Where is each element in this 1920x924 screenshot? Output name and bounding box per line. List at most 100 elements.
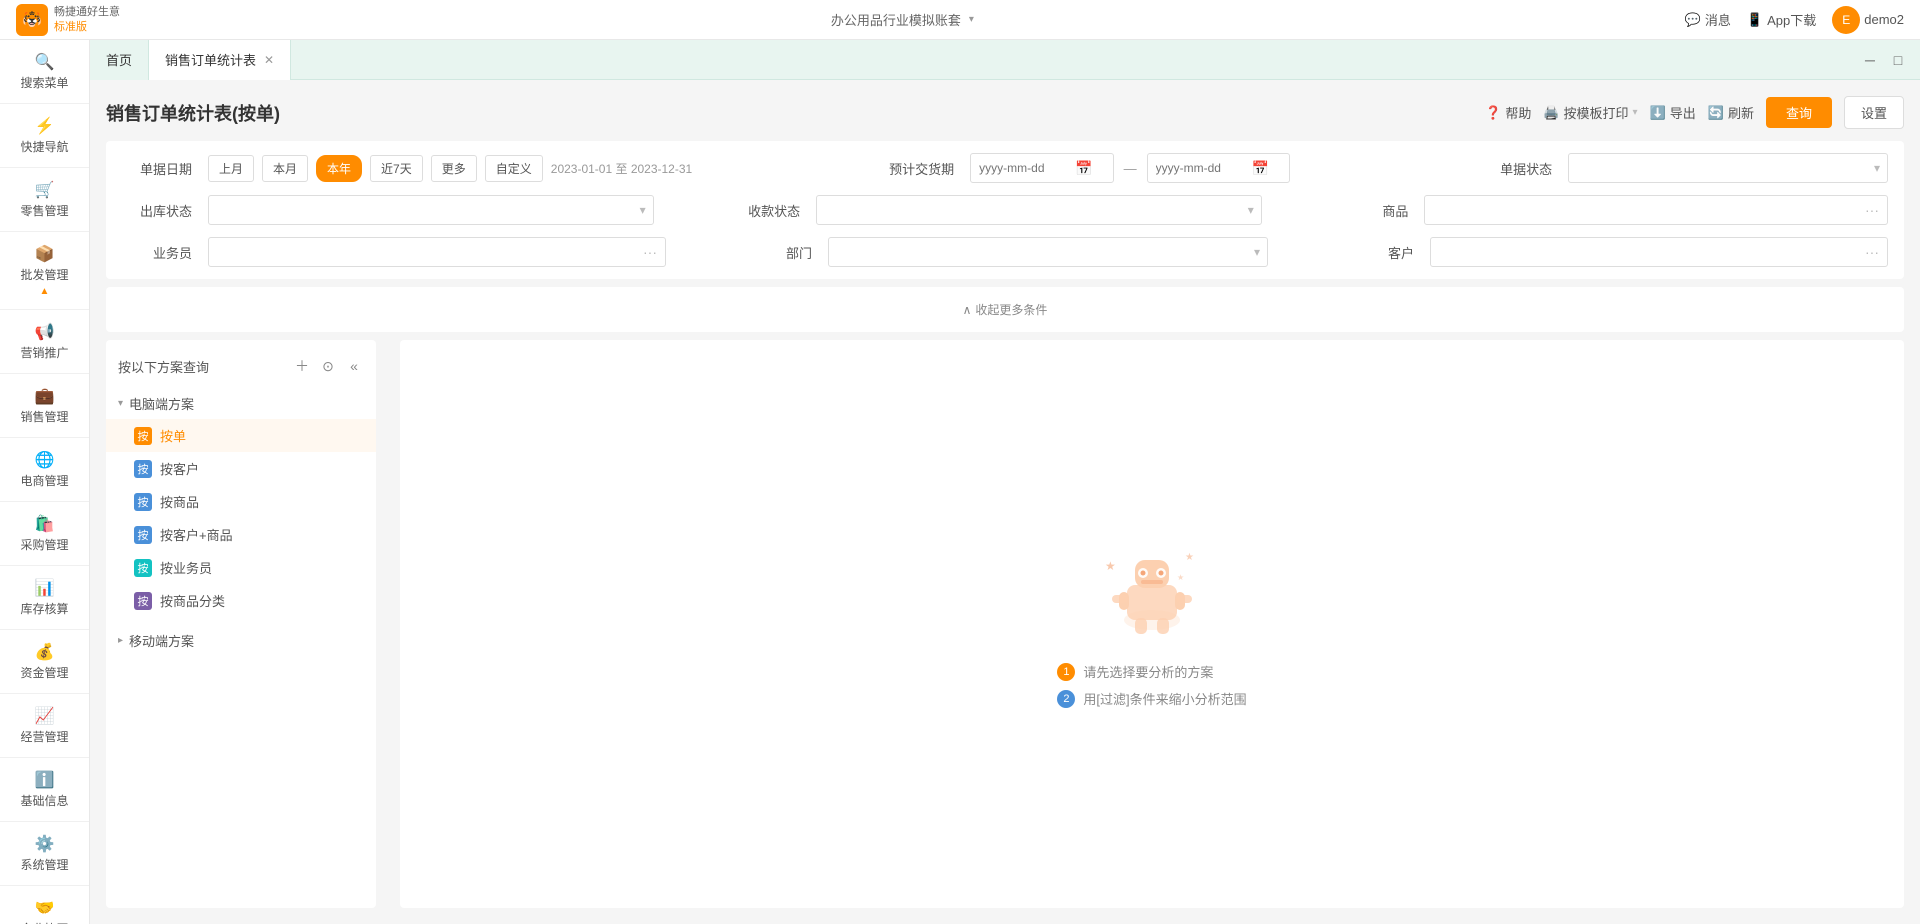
date-btn-last-7days[interactable]: 近7天 xyxy=(370,155,423,182)
delivery-end-field[interactable] xyxy=(1156,161,1246,175)
sidebar-item-label: 企业协同 xyxy=(8,920,81,924)
scheme-item-by-salesman[interactable]: 按 按业务员 xyxy=(106,551,376,584)
scheme-item-by-customer[interactable]: 按 按客户 xyxy=(106,452,376,485)
sidebar-item-label: 系统管理 xyxy=(8,856,81,873)
scheme-item-by-customer-goods-icon: 按 xyxy=(134,526,152,544)
scheme-group-mobile-title[interactable]: ▸ 移动端方案 xyxy=(106,625,376,656)
date-btn-this-year[interactable]: 本年 xyxy=(316,155,362,182)
delivery-start-input[interactable]: 📅 xyxy=(970,153,1113,183)
calendar-start-icon: 📅 xyxy=(1075,160,1092,177)
customer-input[interactable]: ··· xyxy=(1430,237,1888,267)
customer-field[interactable] xyxy=(1439,245,1865,260)
sidebar-item-label: 库存核算 xyxy=(8,600,81,617)
scheme-edit-icon[interactable]: ⊙ xyxy=(318,356,338,376)
filter-row-status: 出库状态 ▾ 收款状态 ▾ xyxy=(122,195,1888,225)
delivery-end-input[interactable]: 📅 xyxy=(1147,153,1290,183)
customer-more-icon[interactable]: ··· xyxy=(1865,244,1879,260)
scheme-collapse-icon[interactable]: « xyxy=(344,356,364,376)
ship-status-select[interactable] xyxy=(208,195,654,225)
industry-label: 办公用品行业模拟账套 xyxy=(831,10,961,29)
date-btn-last-month[interactable]: 上月 xyxy=(208,155,254,182)
maximize-btn[interactable]: □ xyxy=(1888,50,1908,70)
refresh-icon: 🔄 xyxy=(1708,105,1724,121)
sidebar-item-label: 批发管理 xyxy=(8,266,81,283)
sidebar-item-label: 电商管理 xyxy=(8,472,81,489)
sidebar-item-label: 采购管理 xyxy=(8,536,81,553)
scheme-item-by-goods-category[interactable]: 按 按商品分类 xyxy=(106,584,376,617)
sidebar-item-wholesale-mgmt[interactable]: 📦 批发管理 ▲ xyxy=(0,232,89,310)
ecommerce-mgmt-icon: 🌐 xyxy=(8,450,81,470)
sidebar-item-retail-mgmt[interactable]: 🛒 零售管理 xyxy=(0,168,89,232)
logo-icon: 🐯 xyxy=(16,4,48,36)
tab-bar-actions: ─ □ xyxy=(1860,50,1920,70)
scheme-item-by-goods[interactable]: 按 按商品 xyxy=(106,485,376,518)
collapse-row: ∧ 收起更多条件 xyxy=(106,287,1904,332)
left-scheme-panel: 按以下方案查询 ＋ ⊙ « ▾ 电脑端方案 xyxy=(106,340,376,908)
status-select[interactable] xyxy=(1568,153,1888,183)
scheme-item-by-goods-category-icon: 按 xyxy=(134,592,152,610)
sidebar-item-basic-info[interactable]: ℹ️ 基础信息 xyxy=(0,758,89,822)
goods-input[interactable]: ··· xyxy=(1424,195,1888,225)
tab-close-icon[interactable]: ✕ xyxy=(264,53,274,67)
settings-btn[interactable]: 设置 xyxy=(1844,96,1904,129)
dept-label: 部门 xyxy=(742,243,812,262)
scheme-group-pc-title[interactable]: ▾ 电脑端方案 xyxy=(106,388,376,419)
app-icon: 📱 xyxy=(1747,12,1763,28)
tab-home[interactable]: 首页 xyxy=(90,40,149,80)
sidebar-item-finance-mgmt[interactable]: 💰 资金管理 xyxy=(0,630,89,694)
sidebar-item-system-mgmt[interactable]: ⚙️ 系统管理 xyxy=(0,822,89,886)
message-btn[interactable]: 💬 消息 xyxy=(1685,10,1731,29)
delivery-start-field[interactable] xyxy=(979,161,1069,175)
sidebar-item-sales-mgmt[interactable]: 💼 销售管理 xyxy=(0,374,89,438)
sidebar-item-label: 营销推广 xyxy=(8,344,81,361)
sidebar-item-purchase-mgmt[interactable]: 🛍️ 采购管理 xyxy=(0,502,89,566)
date-btn-custom[interactable]: 自定义 xyxy=(485,155,543,182)
sidebar-item-search-menu[interactable]: 🔍 搜索菜单 xyxy=(0,40,89,104)
refresh-btn[interactable]: 🔄 刷新 xyxy=(1708,103,1754,122)
export-label: 导出 xyxy=(1670,103,1696,122)
goods-more-icon[interactable]: ··· xyxy=(1865,202,1879,218)
ship-status-label: 出库状态 xyxy=(122,201,192,220)
sidebar-item-quick-nav[interactable]: ⚡ 快捷导航 xyxy=(0,104,89,168)
scheme-group-pc-label: 电脑端方案 xyxy=(129,394,194,413)
export-btn[interactable]: ⬇️ 导出 xyxy=(1650,103,1696,122)
date-separator: — xyxy=(1120,161,1141,176)
goods-field[interactable] xyxy=(1433,203,1865,218)
filter-and-content: 销售订单统计表(按单) ❓ 帮助 🖨️ 按模板打印 ▾ ⬇️ 导出 xyxy=(90,80,1920,924)
user-avatar-area[interactable]: E demo2 xyxy=(1832,6,1904,34)
app-download-btn[interactable]: 📱 App下载 xyxy=(1747,10,1816,29)
tab-sales-order-stats[interactable]: 销售订单统计表 ✕ xyxy=(149,40,291,80)
query-btn[interactable]: 查询 xyxy=(1766,97,1832,128)
scheme-item-by-order-label: 按单 xyxy=(160,426,186,445)
sidebar-item-enterprise-collab[interactable]: 🤝 企业协同 xyxy=(0,886,89,924)
scheme-add-icon[interactable]: ＋ xyxy=(292,356,312,376)
retail-mgmt-icon: 🛒 xyxy=(8,180,81,200)
help-btn[interactable]: ❓ 帮助 xyxy=(1485,103,1531,122)
template-print-btn[interactable]: 🖨️ 按模板打印 ▾ xyxy=(1543,103,1637,122)
collapse-btn[interactable]: ∧ 收起更多条件 xyxy=(957,295,1054,324)
salesman-field[interactable] xyxy=(217,245,643,260)
industry-dropdown-icon[interactable]: ▾ xyxy=(969,14,974,25)
dept-select[interactable] xyxy=(828,237,1268,267)
scheme-item-by-customer-goods[interactable]: 按 按客户+商品 xyxy=(106,518,376,551)
date-btn-this-month[interactable]: 本月 xyxy=(262,155,308,182)
logo-line2: 标准版 xyxy=(54,20,120,34)
salesman-more-icon[interactable]: ··· xyxy=(643,244,657,260)
sidebar-item-inventory-calc[interactable]: 📊 库存核算 xyxy=(0,566,89,630)
sidebar-item-operation-mgmt[interactable]: 📈 经营管理 xyxy=(0,694,89,758)
scheme-item-by-goods-icon: 按 xyxy=(134,493,152,511)
sidebar-item-marketing[interactable]: 📢 营销推广 xyxy=(0,310,89,374)
minimize-btn[interactable]: ─ xyxy=(1860,50,1880,70)
date-btn-more[interactable]: 更多 xyxy=(431,155,477,182)
pay-status-select[interactable] xyxy=(816,195,1262,225)
basic-info-icon: ℹ️ xyxy=(8,770,81,790)
scheme-header: 按以下方案查询 ＋ ⊙ « xyxy=(106,348,376,384)
collapse-label: 收起更多条件 xyxy=(975,301,1047,318)
scheme-group-mobile: ▸ 移动端方案 xyxy=(106,621,376,660)
scheme-item-by-goods-label: 按商品 xyxy=(160,492,199,511)
top-bar-left: 🐯 畅捷通好生意 标准版 xyxy=(16,4,120,36)
scheme-item-by-order[interactable]: 按 按单 xyxy=(106,419,376,452)
template-print-arrow: ▾ xyxy=(1633,107,1638,118)
salesman-input[interactable]: ··· xyxy=(208,237,666,267)
sidebar-item-ecommerce-mgmt[interactable]: 🌐 电商管理 xyxy=(0,438,89,502)
